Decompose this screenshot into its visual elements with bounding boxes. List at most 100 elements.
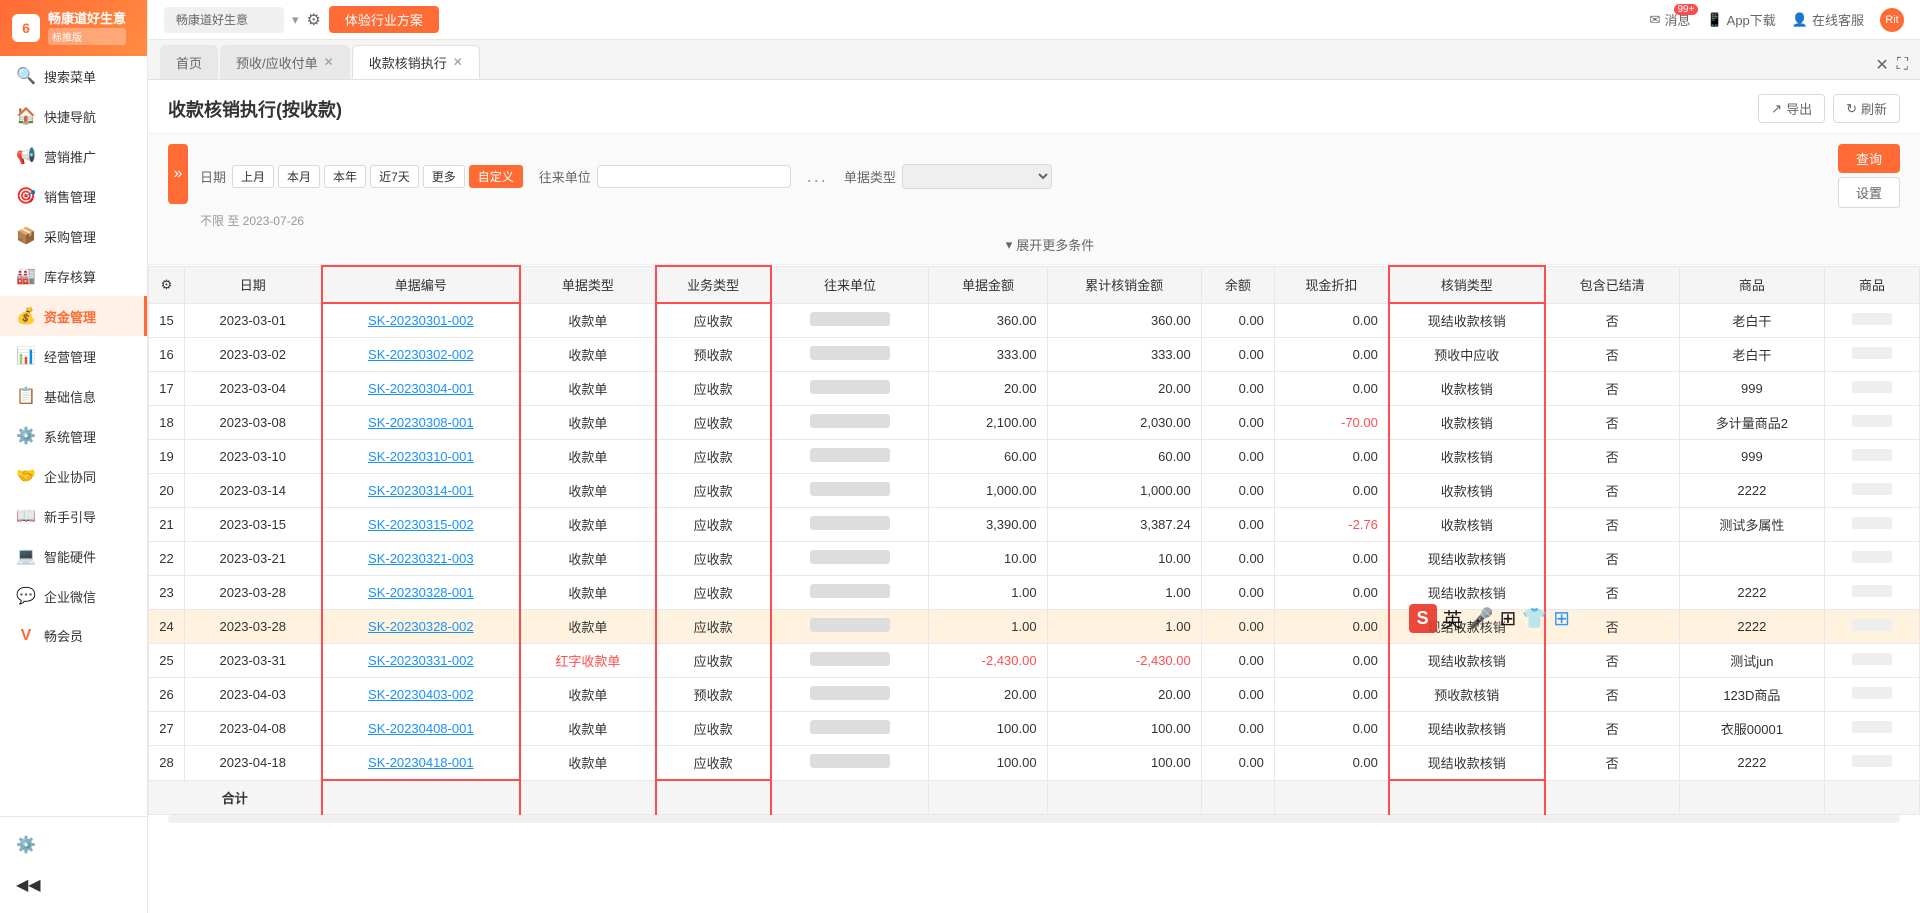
cell-biz-type: 应收款	[656, 610, 771, 644]
date-btn-more[interactable]: 更多	[423, 165, 465, 188]
app-label: App下载	[1727, 10, 1776, 29]
cell-biz-type: 应收款	[656, 712, 771, 746]
chevron-down-icon: ▾	[292, 12, 299, 28]
sidebar-item-guide[interactable]: 📖 新手引导	[0, 496, 147, 536]
doc-no-link[interactable]: SK-20230302-002	[368, 347, 474, 362]
sidebar-item-inventory[interactable]: 🏭 库存核算	[0, 256, 147, 296]
doc-no-link[interactable]: SK-20230408-001	[368, 721, 474, 736]
cell-num: 16	[149, 338, 185, 372]
doc-no-link[interactable]: SK-20230315-002	[368, 517, 474, 532]
doc-no-link[interactable]: SK-20230328-001	[368, 585, 474, 600]
cell-partner	[771, 678, 929, 712]
sidebar-collapse[interactable]: ◀◀	[0, 865, 147, 905]
gear-icon[interactable]: ⚙	[307, 10, 321, 30]
cell-balance: 0.00	[1201, 303, 1274, 338]
doc-no-link[interactable]: SK-20230314-001	[368, 483, 474, 498]
cell-doc-no: SK-20230418-001	[322, 746, 521, 781]
filter-toggle-button[interactable]: »	[168, 144, 188, 204]
cell-num: 28	[149, 746, 185, 781]
doc-no-link[interactable]: SK-20230328-002	[368, 619, 474, 634]
message-button[interactable]: ✉ 消息 99+	[1650, 10, 1691, 29]
cell-balance: 0.00	[1201, 406, 1274, 440]
sidebar-item-sys-mgmt[interactable]: ⚙️ 系统管理	[0, 416, 147, 456]
date-btn-custom[interactable]: 自定义	[469, 165, 523, 188]
cell-goods1: 老白干	[1679, 338, 1824, 372]
query-button[interactable]: 查询	[1838, 144, 1900, 173]
solution-button[interactable]: 体验行业方案	[329, 6, 439, 33]
tab-receipt-exec[interactable]: 收款核销执行 ✕	[352, 45, 480, 79]
topbar-brand[interactable]: 畅康道好生意	[164, 7, 284, 33]
cell-balance: 0.00	[1201, 610, 1274, 644]
inventory-icon: 🏭	[16, 266, 36, 286]
date-btn-this-month[interactable]: 本月	[278, 165, 320, 188]
doc-no-link[interactable]: SK-20230308-001	[368, 415, 474, 430]
fullscreen-icon[interactable]: ⛶	[1897, 56, 1908, 74]
doc-no-link[interactable]: SK-20230304-001	[368, 381, 474, 396]
tab-close-active-icon[interactable]: ✕	[453, 55, 463, 69]
sidebar-item-ops-mgmt[interactable]: 📊 经营管理	[0, 336, 147, 376]
tab-pre-receipt[interactable]: 预收/应收付单 ✕	[220, 45, 350, 79]
sidebar-item-purchase-mgmt[interactable]: 📦 采购管理	[0, 216, 147, 256]
sidebar-item-quick-nav[interactable]: 🏠 快捷导航	[0, 96, 147, 136]
date-btn-last-month[interactable]: 上月	[232, 165, 274, 188]
cell-amount: -2,430.00	[929, 644, 1047, 678]
cell-amount: 333.00	[929, 338, 1047, 372]
cell-doc-no: SK-20230331-002	[322, 644, 521, 678]
doc-no-link[interactable]: SK-20230310-001	[368, 449, 474, 464]
filter-date-buttons: 上月 本月 本年 近7天 更多 自定义	[232, 165, 523, 188]
sidebar-item-search-menu[interactable]: 🔍 搜索菜单	[0, 56, 147, 96]
col-goods1: 商品	[1679, 266, 1824, 303]
tab-home[interactable]: 首页	[160, 45, 218, 79]
refresh-button[interactable]: ↻ 刷新	[1833, 94, 1900, 123]
date-btn-this-year[interactable]: 本年	[324, 165, 366, 188]
doc-no-link[interactable]: SK-20230403-002	[368, 687, 474, 702]
table-row: 26 2023-04-03 SK-20230403-002 收款单 预收款 20…	[149, 678, 1920, 712]
doc-no-link[interactable]: SK-20230418-001	[368, 755, 474, 770]
sidebar-item-label: 新手引导	[44, 507, 96, 526]
user-avatar-area[interactable]: Rit	[1880, 8, 1904, 32]
voucher-type-select[interactable]	[902, 164, 1052, 189]
cell-discount: 0.00	[1274, 576, 1388, 610]
table-row: 19 2023-03-10 SK-20230310-001 收款单 应收款 60…	[149, 440, 1920, 474]
page-header: 收款核销执行(按收款) ↗ 导出 ↻ 刷新	[148, 80, 1920, 134]
sidebar-item-base-info[interactable]: 📋 基础信息	[0, 376, 147, 416]
footer-include-clear	[1545, 780, 1680, 814]
cell-goods1: 测试多属性	[1679, 508, 1824, 542]
sidebar-item-member[interactable]: V 畅会员	[0, 616, 147, 655]
cell-goods1: 测试jun	[1679, 644, 1824, 678]
doc-no-link[interactable]: SK-20230301-002	[368, 313, 474, 328]
date-btn-7days[interactable]: 近7天	[370, 165, 419, 188]
tab-close-icon[interactable]: ✕	[324, 55, 334, 69]
sidebar-item-marketing[interactable]: 📢 营销推广	[0, 136, 147, 176]
cell-balance: 0.00	[1201, 644, 1274, 678]
cell-goods1: 2222	[1679, 610, 1824, 644]
cell-doc-no: SK-20230315-002	[322, 508, 521, 542]
sidebar-settings[interactable]: ⚙️	[0, 825, 147, 865]
sidebar-item-wechat[interactable]: 💬 企业微信	[0, 576, 147, 616]
sidebar-item-enterprise[interactable]: 🤝 企业协同	[0, 456, 147, 496]
col-gear[interactable]: ⚙	[149, 266, 185, 303]
doc-no-link[interactable]: SK-20230331-002	[368, 653, 474, 668]
expand-button[interactable]: ▾ 展开更多条件	[1006, 235, 1095, 254]
set-button[interactable]: 设置	[1838, 177, 1900, 208]
cell-balance: 0.00	[1201, 542, 1274, 576]
sidebar-item-smart-hw[interactable]: 💻 智能硬件	[0, 536, 147, 576]
cell-amount: 1,000.00	[929, 474, 1047, 508]
partner-input[interactable]	[597, 165, 791, 188]
doc-no-link[interactable]: SK-20230321-003	[368, 551, 474, 566]
footer-doc-type	[520, 780, 655, 814]
horizontal-scrollbar[interactable]	[168, 815, 1900, 823]
cell-include-clear: 否	[1545, 474, 1680, 508]
filter-right-buttons: 查询 设置	[1838, 144, 1900, 208]
cell-goods1: 2222	[1679, 746, 1824, 781]
sidebar-item-sales-mgmt[interactable]: 🎯 销售管理	[0, 176, 147, 216]
service-button[interactable]: 👤 在线客服	[1792, 10, 1864, 29]
app-download-button[interactable]: 📱 App下载	[1706, 10, 1775, 29]
export-button[interactable]: ↗ 导出	[1758, 94, 1825, 123]
cell-acc-amount: 60.00	[1047, 440, 1201, 474]
cell-acc-amount: 1,000.00	[1047, 474, 1201, 508]
sidebar-item-fund-mgmt[interactable]: 💰 资金管理	[0, 296, 147, 336]
watermark-apps-icon: ⊞	[1553, 606, 1570, 631]
cell-doc-no: SK-20230328-002	[322, 610, 521, 644]
close-all-icon[interactable]: ✕	[1875, 55, 1888, 75]
